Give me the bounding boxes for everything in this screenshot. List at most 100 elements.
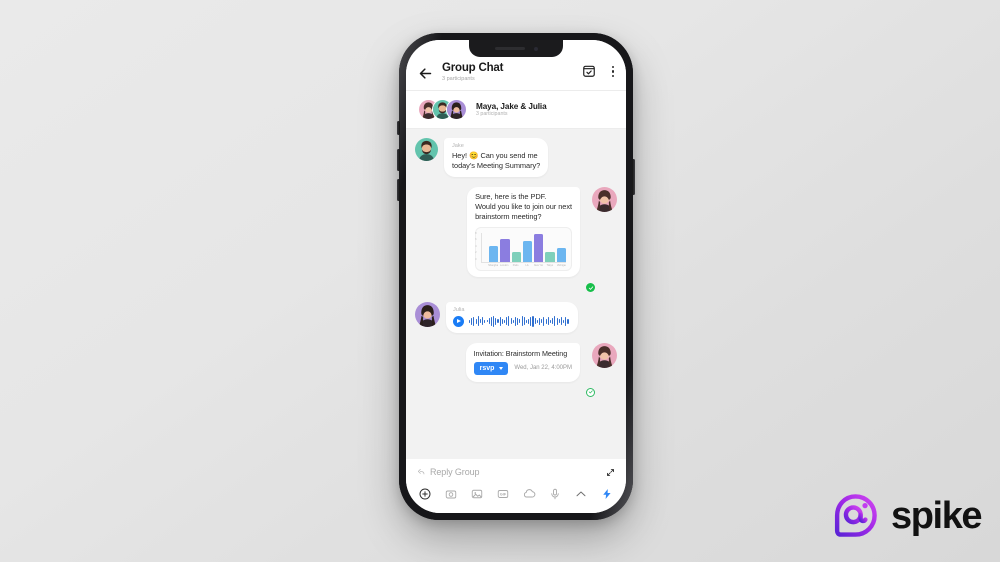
message-status: [415, 283, 617, 292]
message-list: Jake Hey! 😊 Can you send me today’s Meet…: [406, 129, 626, 459]
chart-bar: [500, 238, 510, 262]
message-text-part: Can you send me: [480, 150, 538, 160]
message-sender: Julia: [453, 307, 465, 313]
chart-x-labels: ShanghaiLondonParis LA New YorkTokyoMichig…: [481, 264, 566, 267]
waveform-bar: [501, 318, 503, 324]
waveform-bar: [528, 318, 530, 324]
reply-input-row[interactable]: Reply Group: [406, 459, 626, 484]
cloud-button[interactable]: [523, 487, 536, 500]
waveform-bar: [523, 317, 525, 325]
volume-down-button[interactable]: [397, 179, 400, 201]
message-sender: Jake: [452, 143, 464, 149]
calendar-check-icon[interactable]: [582, 64, 596, 78]
message-text-part: Hey!: [452, 150, 467, 160]
silent-switch[interactable]: [397, 121, 400, 135]
waveform-bar: [477, 316, 479, 326]
reply-arrow-icon: [417, 468, 425, 475]
chart-bar: [545, 251, 555, 262]
chat-header-text: Group Chat 3 participants: [442, 62, 573, 83]
spike-at-bubble-icon: [834, 494, 877, 537]
voice-message-bubble[interactable]: Julia: [446, 302, 578, 333]
message-row: Sure, here is the PDF. Would you like to…: [415, 186, 617, 277]
waveform-bar: [484, 319, 486, 323]
waveform-bar: [497, 319, 499, 323]
plus-circle-icon: [419, 488, 430, 499]
invitation-bubble[interactable]: Invitation: Brainstorm Meeting rsvp Wed,…: [465, 343, 580, 382]
audio-waveform[interactable]: [469, 315, 569, 327]
waveform-bar: [534, 318, 536, 324]
earpiece-speaker: [494, 47, 525, 50]
back-arrow-icon[interactable]: [418, 66, 433, 81]
waveform-bar: [486, 320, 488, 322]
chart-y-tick: 2: [475, 251, 477, 255]
chart-x-tick: Michigan: [556, 264, 567, 267]
avatar: [415, 302, 440, 327]
waveform-bar: [521, 316, 523, 326]
waveform-bar: [565, 316, 567, 326]
waveform-bar: [510, 318, 512, 324]
waveform-bar: [556, 317, 558, 325]
lightning-bolt-icon: [603, 488, 612, 499]
invitation-title: Invitation: Brainstorm Meeting: [473, 349, 568, 358]
pdf-chart-attachment[interactable]: 8 6 4 2 0 ShanghaiLondonParis LA New YorkTokyo…: [475, 226, 572, 271]
avatar: [592, 343, 617, 368]
more-vertical-icon[interactable]: [611, 66, 614, 78]
chart-bar: [556, 247, 567, 262]
waveform-bar: [517, 317, 519, 325]
waveform-bar: [504, 319, 506, 323]
phone-screen: Group Chat 3 participants Maya, Jake & J…: [406, 40, 626, 513]
rsvp-dropdown[interactable]: rsvp: [473, 362, 509, 375]
waveform-bar: [475, 318, 477, 324]
photo-button[interactable]: [470, 487, 483, 500]
camera-icon: [445, 490, 456, 498]
send-button[interactable]: [601, 487, 614, 500]
message-bubble[interactable]: Sure, here is the PDF. Would you like to…: [467, 186, 580, 277]
participants-names: Maya, Jake & Julia: [476, 101, 547, 111]
phone-device: Group Chat 3 participants Maya, Jake & J…: [397, 33, 635, 520]
waveform-bar: [471, 317, 473, 325]
delivered-check-icon: [586, 387, 595, 397]
play-icon[interactable]: [453, 315, 464, 327]
participants-row[interactable]: Maya, Jake & Julia 3 participants: [406, 91, 626, 129]
message-row: Julia: [415, 302, 617, 333]
chart-y-tick: 6: [475, 238, 477, 242]
message-text-part: Would you like to join our next: [475, 201, 572, 211]
waveform-bar: [508, 316, 510, 326]
waveform-bar: [495, 317, 497, 325]
voice-player: [453, 315, 569, 327]
chart-y-tick: 0: [475, 257, 477, 261]
gif-button[interactable]: GIF: [496, 487, 509, 500]
image-icon: [471, 489, 482, 498]
chart-y-tick: 4: [475, 244, 477, 248]
add-button[interactable]: [418, 487, 431, 500]
waveform-bar: [525, 319, 527, 323]
chart-x-tick: LA: [525, 264, 529, 267]
volume-up-button[interactable]: [397, 149, 400, 171]
voice-button[interactable]: [549, 487, 562, 500]
phone-notch: [469, 40, 563, 57]
waveform-bar: [532, 315, 534, 327]
message-bubble[interactable]: Jake Hey! 😊 Can you send me today’s Meet…: [444, 138, 549, 177]
more-button[interactable]: [575, 487, 588, 500]
chart-bar: [522, 240, 533, 262]
header-subtitle: 3 participants: [442, 76, 475, 82]
waveform-bar: [482, 317, 484, 325]
microphone-icon: [551, 488, 559, 499]
chart-x-tick: Shanghai: [488, 264, 497, 267]
waveform-bar: [512, 319, 514, 323]
waveform-bar: [473, 316, 475, 326]
camera-button[interactable]: [444, 487, 457, 500]
message-status: [415, 387, 617, 397]
expand-icon[interactable]: [606, 468, 615, 477]
participants-count: 3 participants: [476, 111, 508, 118]
message-text-part: Sure, here is the PDF.: [475, 191, 547, 201]
reply-placeholder: Reply Group: [430, 467, 480, 477]
chart-x-tick: Paris: [512, 264, 519, 267]
waveform-bar: [493, 315, 495, 327]
page-title: Group Chat: [442, 62, 504, 74]
composer-toolbar: GIF: [406, 484, 626, 513]
power-button[interactable]: [632, 159, 635, 195]
waveform-bar: [530, 316, 532, 326]
message-text-part: today’s Meeting Summary?: [452, 160, 541, 170]
invitation-datetime: Wed, Jan 22, 4:00PM: [514, 365, 572, 372]
